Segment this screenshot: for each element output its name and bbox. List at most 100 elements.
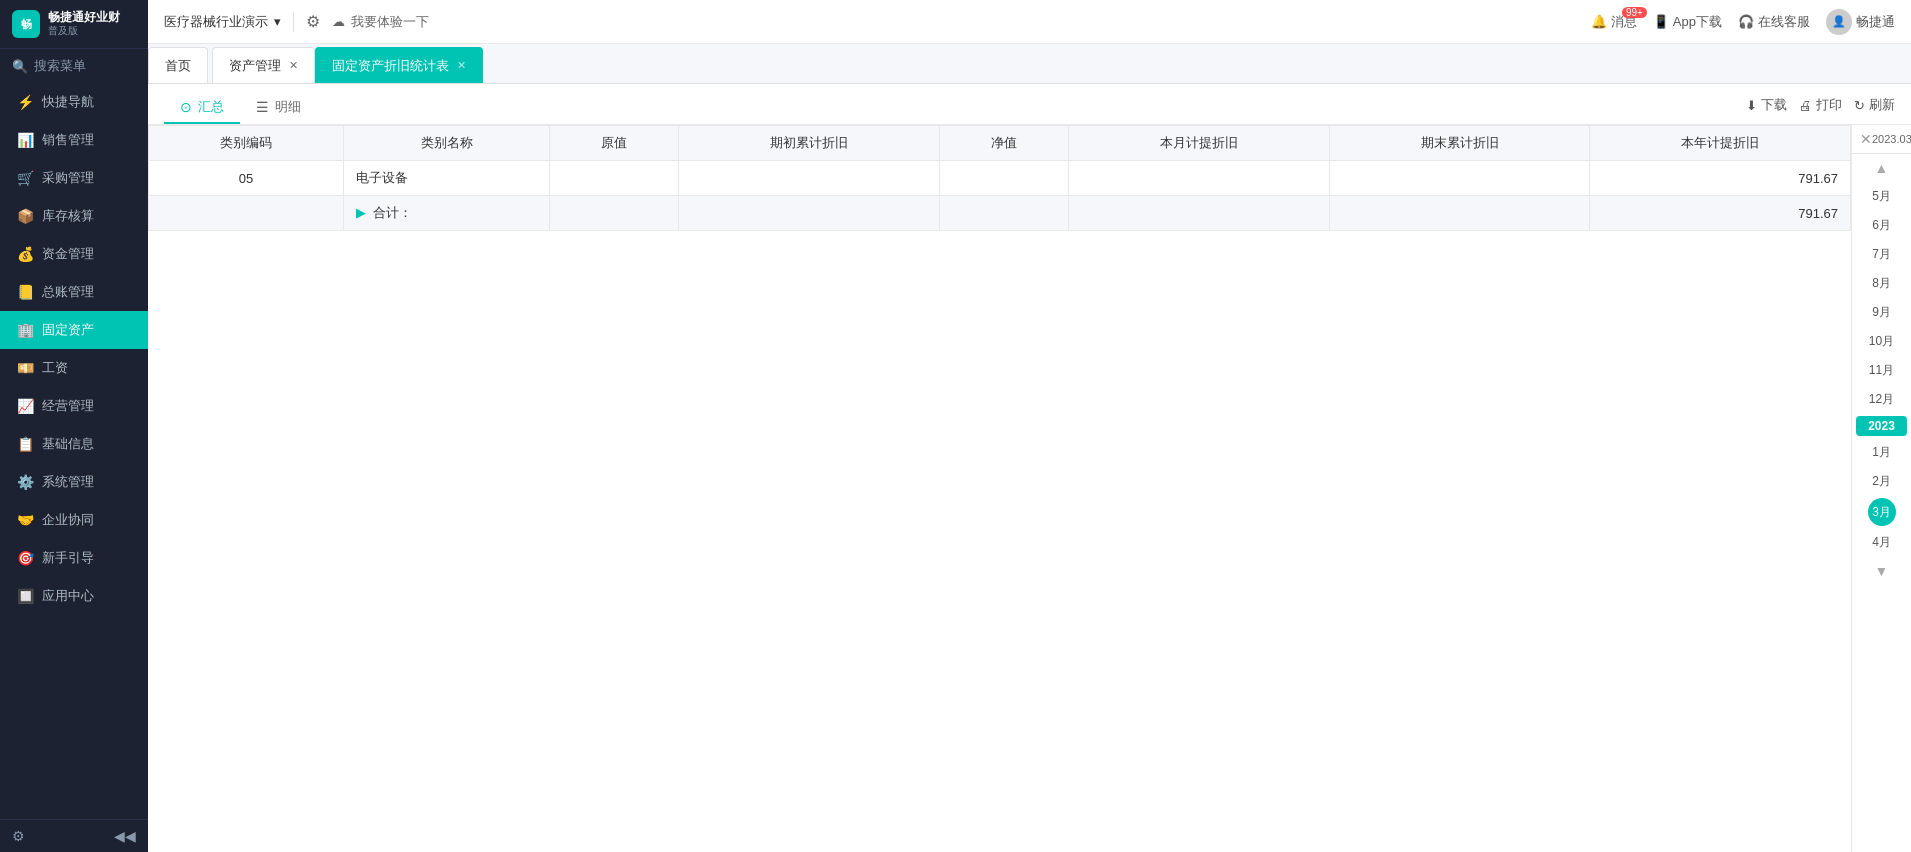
- enterprise-icon: 🤝: [16, 512, 34, 528]
- detail-tab-label: 明细: [275, 98, 301, 116]
- sidebar-nav: ⚡ 快捷导航 📊 销售管理 🛒 采购管理 📦 库存核算 💰 资金管理 📒 总账管…: [0, 83, 148, 819]
- sidebar-item-label: 销售管理: [42, 131, 94, 149]
- quick-nav-icon: ⚡: [16, 94, 34, 110]
- depreciation-table: 类别编码 类别名称 原值 期初累计折旧 净值 本月计提折旧 期末累计折旧 本年计…: [148, 125, 1851, 231]
- sidebar-item-app-center[interactable]: 🔲 应用中心: [0, 577, 148, 615]
- col-name: 类别名称: [343, 126, 550, 161]
- topbar-divider: [293, 12, 294, 32]
- sidebar-item-fixed-assets[interactable]: 🏢 固定资产: [0, 311, 148, 349]
- date-panel-year-label: 2023.03: [1872, 133, 1911, 145]
- date-month-6[interactable]: 6月: [1852, 211, 1911, 240]
- date-month-8[interactable]: 8月: [1852, 269, 1911, 298]
- tab-fixed-asset-depreciation[interactable]: 固定资产折旧统计表 ✕: [315, 47, 483, 83]
- notification-btn[interactable]: 🔔 消息 99+: [1591, 13, 1637, 31]
- sidebar-search[interactable]: 🔍 搜索菜单: [0, 49, 148, 83]
- sidebar-item-label: 经营管理: [42, 397, 94, 415]
- date-month-3-active[interactable]: 3月: [1868, 498, 1896, 526]
- print-btn[interactable]: 🖨 打印: [1799, 96, 1842, 114]
- date-month-10[interactable]: 10月: [1852, 327, 1911, 356]
- toolbar-right: ⬇ 下载 🖨 打印 ↻ 刷新: [1746, 96, 1895, 120]
- sidebar-item-payroll[interactable]: 💴 工资: [0, 349, 148, 387]
- date-month-4[interactable]: 4月: [1852, 528, 1911, 557]
- date-month-1[interactable]: 1月: [1852, 438, 1911, 467]
- sidebar-item-ledger[interactable]: 📒 总账管理: [0, 273, 148, 311]
- sidebar-footer: ⚙ ◀◀: [0, 819, 148, 852]
- sidebar-item-enterprise[interactable]: 🤝 企业协同: [0, 501, 148, 539]
- subtotal-row: ▶ 合计： 791.67: [149, 196, 1851, 231]
- dropdown-icon: ▾: [274, 14, 281, 29]
- notification-icon: 🔔: [1591, 14, 1607, 29]
- inner-tab-detail[interactable]: ☰ 明细: [240, 92, 317, 124]
- date-month-7[interactable]: 7月: [1852, 240, 1911, 269]
- topbar-right: 🔔 消息 99+ 📱 App下载 🎧 在线客服 👤 畅捷通: [1591, 9, 1895, 35]
- sidebar-item-finance[interactable]: 💰 资金管理: [0, 235, 148, 273]
- sidebar-item-operations[interactable]: 📈 经营管理: [0, 387, 148, 425]
- table-row[interactable]: 05 电子设备 791.67: [149, 161, 1851, 196]
- inner-tabs: ⊙ 汇总 ☰ 明细 ⬇ 下载 🖨 打印 ↻ 刷新: [148, 84, 1911, 125]
- sidebar-item-quick-nav[interactable]: ⚡ 快捷导航: [0, 83, 148, 121]
- sidebar-item-guide[interactable]: 🎯 新手引导: [0, 539, 148, 577]
- date-panel-close-btn[interactable]: ✕: [1860, 131, 1872, 147]
- company-selector[interactable]: 医疗器械行业演示 ▾: [164, 13, 281, 31]
- user-menu-btn[interactable]: 👤 畅捷通: [1826, 9, 1895, 35]
- date-month-12[interactable]: 12月: [1852, 385, 1911, 414]
- col-monthly-dep: 本月计提折旧: [1069, 126, 1330, 161]
- table-container: 类别编码 类别名称 原值 期初累计折旧 净值 本月计提折旧 期末累计折旧 本年计…: [148, 125, 1851, 852]
- app-download-btn[interactable]: 📱 App下载: [1653, 13, 1722, 31]
- subtotal-net: [940, 196, 1069, 231]
- col-opening-acc: 期初累计折旧: [679, 126, 940, 161]
- app-center-icon: 🔲: [16, 588, 34, 604]
- summary-tab-icon: ⊙: [180, 99, 192, 115]
- topbar: 医疗器械行业演示 ▾ ⚙ ☁ 我要体验一下 🔔 消息 99+ 📱 App下载 🎧…: [148, 0, 1911, 44]
- topbar-settings-btn[interactable]: ⚙: [306, 12, 320, 31]
- sidebar-brand-name: 畅捷通好业财: [48, 10, 120, 24]
- sidebar-item-purchase[interactable]: 🛒 采购管理: [0, 159, 148, 197]
- experience-label: 我要体验一下: [351, 13, 429, 31]
- tab-home[interactable]: 首页: [148, 47, 208, 83]
- tab-asset-mgmt[interactable]: 资产管理 ✕: [212, 47, 315, 83]
- sidebar-item-label: 企业协同: [42, 511, 94, 529]
- sidebar-item-system[interactable]: ⚙️ 系统管理: [0, 463, 148, 501]
- sidebar-item-label: 固定资产: [42, 321, 94, 339]
- subtotal-annual-dep: 791.67: [1590, 196, 1851, 231]
- ledger-icon: 📒: [16, 284, 34, 300]
- cell-code: 05: [149, 161, 344, 196]
- basic-info-icon: 📋: [16, 436, 34, 452]
- sidebar-item-label: 基础信息: [42, 435, 94, 453]
- sidebar-item-label: 库存核算: [42, 207, 94, 225]
- user-name: 畅捷通: [1856, 13, 1895, 31]
- sidebar-item-label: 总账管理: [42, 283, 94, 301]
- finance-icon: 💰: [16, 246, 34, 262]
- download-btn[interactable]: ⬇ 下载: [1746, 96, 1787, 114]
- date-month-5[interactable]: 5月: [1852, 182, 1911, 211]
- customer-service-btn[interactable]: 🎧 在线客服: [1738, 13, 1810, 31]
- col-original: 原值: [550, 126, 679, 161]
- inner-tab-summary[interactable]: ⊙ 汇总: [164, 92, 240, 124]
- cell-monthly-dep: [1069, 161, 1330, 196]
- content-area: ⊙ 汇总 ☰ 明细 ⬇ 下载 🖨 打印 ↻ 刷新: [148, 84, 1911, 852]
- download-label: 下载: [1761, 96, 1787, 114]
- date-year-2023[interactable]: 2023: [1856, 416, 1907, 436]
- tab-fixed-asset-close[interactable]: ✕: [457, 59, 466, 72]
- operations-icon: 📈: [16, 398, 34, 414]
- sidebar-item-inventory[interactable]: 📦 库存核算: [0, 197, 148, 235]
- sidebar-item-basic-info[interactable]: 📋 基础信息: [0, 425, 148, 463]
- refresh-btn[interactable]: ↻ 刷新: [1854, 96, 1895, 114]
- guide-icon: 🎯: [16, 550, 34, 566]
- sidebar-item-sales[interactable]: 📊 销售管理: [0, 121, 148, 159]
- cell-original: [550, 161, 679, 196]
- date-panel-header: ✕ 2023.03 ⤢: [1852, 125, 1911, 154]
- experience-btn[interactable]: ☁ 我要体验一下: [332, 13, 429, 31]
- date-scroll-down-btn[interactable]: ▼: [1852, 557, 1911, 585]
- collapse-btn[interactable]: ◀◀: [114, 828, 136, 844]
- settings-footer-btn[interactable]: ⚙: [12, 828, 25, 844]
- print-icon: 🖨: [1799, 98, 1812, 113]
- tab-asset-mgmt-close[interactable]: ✕: [289, 59, 298, 72]
- date-month-2[interactable]: 2月: [1852, 467, 1911, 496]
- date-scroll-up-btn[interactable]: ▲: [1852, 154, 1911, 182]
- date-month-11[interactable]: 11月: [1852, 356, 1911, 385]
- system-icon: ⚙️: [16, 474, 34, 490]
- col-annual-dep: 本年计提折旧: [1590, 126, 1851, 161]
- company-name: 医疗器械行业演示: [164, 13, 268, 31]
- date-month-9[interactable]: 9月: [1852, 298, 1911, 327]
